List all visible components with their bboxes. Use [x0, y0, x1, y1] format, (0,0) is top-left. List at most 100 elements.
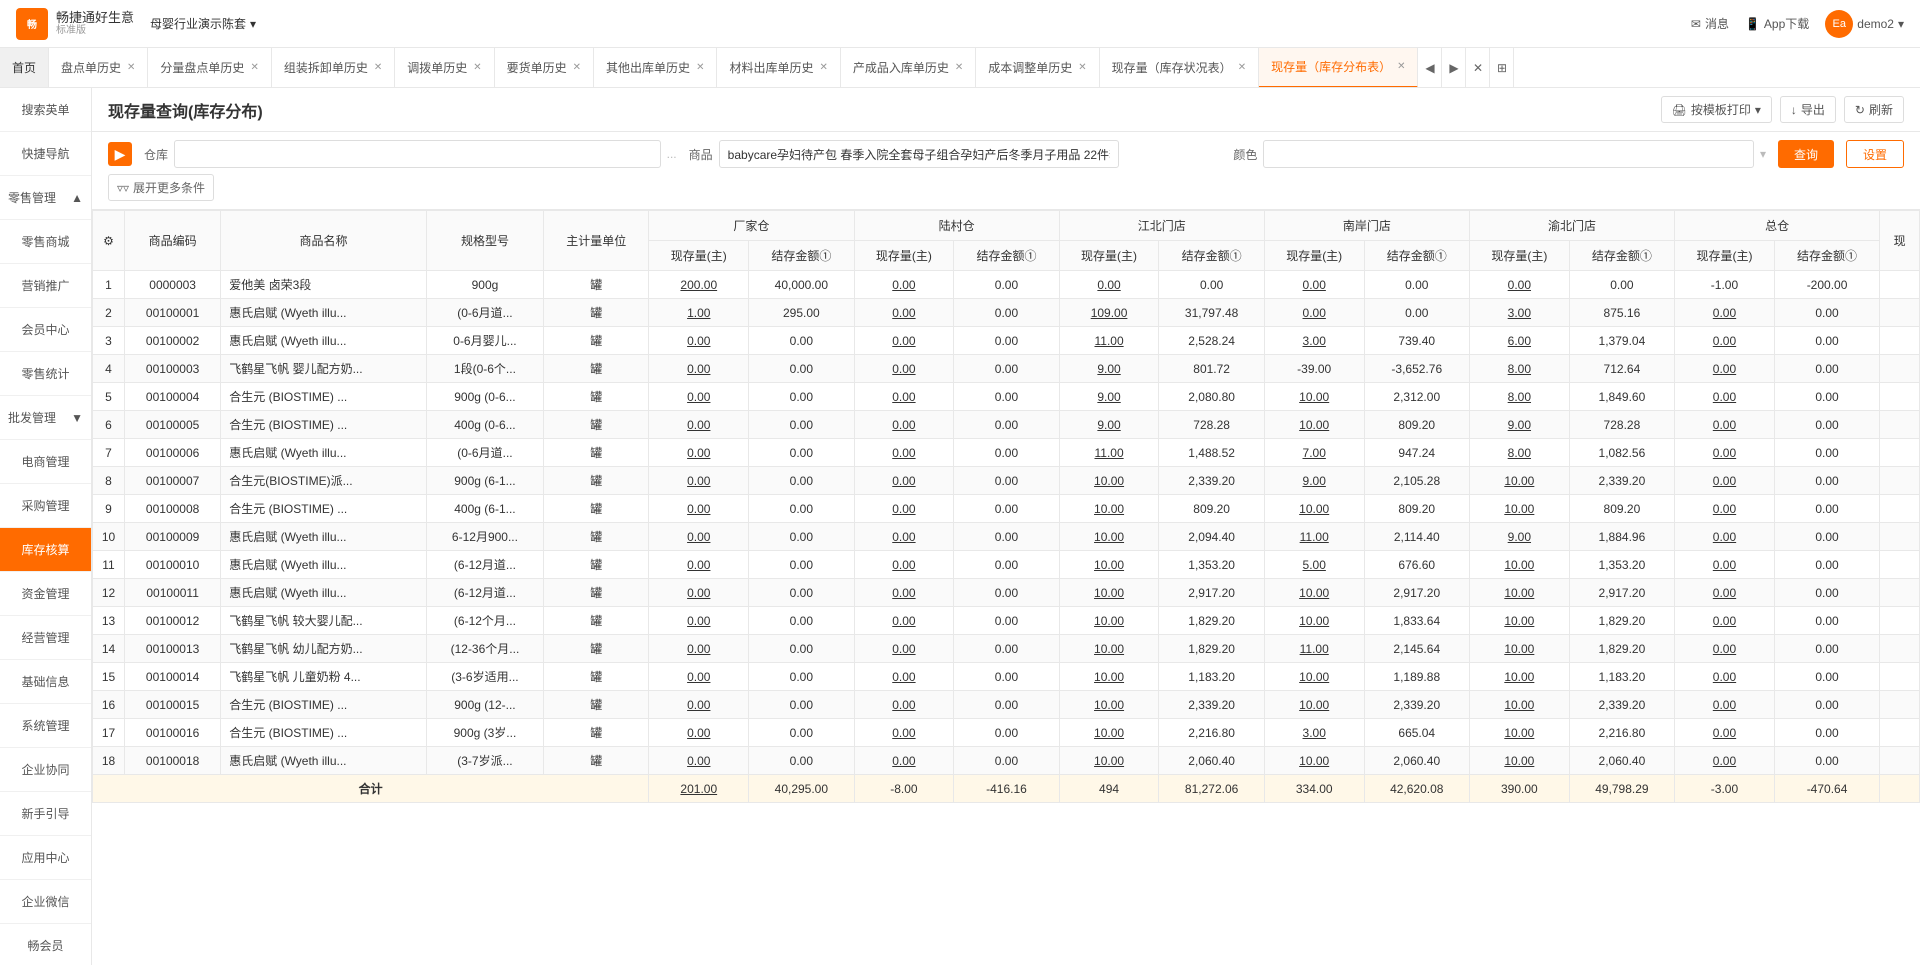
row-yubei-qty[interactable]: 10.00: [1469, 635, 1569, 663]
tab-transfer[interactable]: 调拨单历史 ✕: [395, 48, 494, 88]
row-yubei-qty[interactable]: 10.00: [1469, 747, 1569, 775]
sidebar-item-apps[interactable]: 应用中心: [0, 836, 91, 880]
row-total-qty[interactable]: -1.00: [1675, 271, 1775, 299]
tab-close[interactable]: ✕: [473, 62, 481, 73]
export-btn[interactable]: ↓ 导出: [1780, 96, 1836, 123]
row-jiangbei-qty[interactable]: 9.00: [1059, 411, 1159, 439]
row-total-qty[interactable]: 0.00: [1675, 439, 1775, 467]
sidebar-item-basics[interactable]: 基础信息: [0, 660, 91, 704]
refresh-btn[interactable]: ↻ 刷新: [1844, 96, 1904, 123]
row-factory-qty[interactable]: 1.00: [649, 299, 749, 327]
filter-toggle-btn[interactable]: ▶: [108, 142, 132, 166]
row-yubei-qty[interactable]: 8.00: [1469, 439, 1569, 467]
row-total-qty[interactable]: 0.00: [1675, 635, 1775, 663]
row-lucun-qty[interactable]: 0.00: [854, 327, 954, 355]
warehouse-input[interactable]: [174, 140, 661, 168]
setting-btn[interactable]: 设置: [1846, 140, 1904, 168]
row-jiangbei-qty[interactable]: 10.00: [1059, 467, 1159, 495]
row-nanan-qty[interactable]: 10.00: [1264, 691, 1364, 719]
row-jiangbei-qty[interactable]: 10.00: [1059, 719, 1159, 747]
tabs-next-btn[interactable]: ▶: [1442, 48, 1466, 88]
user-menu[interactable]: Ea demo2 ▾: [1825, 10, 1904, 38]
sidebar-item-quick-nav[interactable]: 快捷导航: [0, 132, 91, 176]
row-lucun-qty[interactable]: 0.00: [854, 607, 954, 635]
row-lucun-qty[interactable]: 0.00: [854, 663, 954, 691]
row-lucun-qty[interactable]: 0.00: [854, 635, 954, 663]
row-yubei-qty[interactable]: 10.00: [1469, 467, 1569, 495]
sidebar-item-retail-mgmt[interactable]: 零售管理▲: [0, 176, 91, 220]
row-jiangbei-qty[interactable]: 9.00: [1059, 383, 1159, 411]
row-factory-qty[interactable]: 0.00: [649, 355, 749, 383]
row-lucun-qty[interactable]: 0.00: [854, 719, 954, 747]
sidebar-item-marketing[interactable]: 营销推广: [0, 264, 91, 308]
sidebar-item-inventory[interactable]: 库存核算: [0, 528, 91, 572]
tab-close[interactable]: ✕: [819, 62, 827, 73]
row-yubei-qty[interactable]: 9.00: [1469, 523, 1569, 551]
sidebar-item-purchase[interactable]: 采购管理: [0, 484, 91, 528]
tabs-close-btn[interactable]: ✕: [1466, 48, 1490, 88]
row-jiangbei-qty[interactable]: 10.00: [1059, 579, 1159, 607]
row-jiangbei-qty[interactable]: 10.00: [1059, 747, 1159, 775]
row-total-qty[interactable]: 0.00: [1675, 747, 1775, 775]
row-total-qty[interactable]: 0.00: [1675, 495, 1775, 523]
row-jiangbei-qty[interactable]: 11.00: [1059, 439, 1159, 467]
color-input[interactable]: [1263, 140, 1754, 168]
row-factory-qty[interactable]: 0.00: [649, 579, 749, 607]
row-factory-qty[interactable]: 0.00: [649, 607, 749, 635]
app-download-btn[interactable]: 📱 App下载: [1745, 15, 1809, 32]
row-lucun-qty[interactable]: 0.00: [854, 523, 954, 551]
row-jiangbei-qty[interactable]: 10.00: [1059, 551, 1159, 579]
row-total-qty[interactable]: 0.00: [1675, 383, 1775, 411]
tab-close[interactable]: ✕: [1238, 62, 1246, 73]
row-lucun-qty[interactable]: 0.00: [854, 439, 954, 467]
row-yubei-qty[interactable]: 6.00: [1469, 327, 1569, 355]
row-factory-qty[interactable]: 0.00: [649, 523, 749, 551]
row-nanan-qty[interactable]: 0.00: [1264, 271, 1364, 299]
summary-factory-qty[interactable]: 201.00: [649, 775, 749, 803]
row-nanan-qty[interactable]: 9.00: [1264, 467, 1364, 495]
row-nanan-qty[interactable]: 3.00: [1264, 327, 1364, 355]
sidebar-item-finance[interactable]: 资金管理: [0, 572, 91, 616]
row-total-qty[interactable]: 0.00: [1675, 719, 1775, 747]
tab-inventory-check[interactable]: 盘点单历史 ✕: [49, 48, 148, 88]
row-nanan-qty[interactable]: 10.00: [1264, 663, 1364, 691]
row-lucun-qty[interactable]: 0.00: [854, 747, 954, 775]
row-factory-qty[interactable]: 0.00: [649, 327, 749, 355]
industry-selector[interactable]: 母婴行业演示陈套 ▾: [150, 15, 256, 32]
row-nanan-qty[interactable]: 10.00: [1264, 411, 1364, 439]
sidebar-item-retail-mall[interactable]: 零售商城: [0, 220, 91, 264]
product-input[interactable]: [719, 140, 1119, 168]
tab-close[interactable]: ✕: [696, 62, 704, 73]
row-lucun-qty[interactable]: 0.00: [854, 551, 954, 579]
tab-stock-distribution[interactable]: 现存量（库存分布表） ✕: [1259, 48, 1418, 88]
row-lucun-qty[interactable]: 0.00: [854, 691, 954, 719]
row-factory-qty[interactable]: 0.00: [649, 383, 749, 411]
row-jiangbei-qty[interactable]: 10.00: [1059, 607, 1159, 635]
tab-stock-status[interactable]: 现存量（库存状况表） ✕: [1100, 48, 1259, 88]
row-lucun-qty[interactable]: 0.00: [854, 411, 954, 439]
row-total-qty[interactable]: 0.00: [1675, 355, 1775, 383]
expand-more-btn[interactable]: ▿▿ 展开更多条件: [108, 174, 214, 201]
row-factory-qty[interactable]: 0.00: [649, 747, 749, 775]
row-jiangbei-qty[interactable]: 10.00: [1059, 495, 1159, 523]
row-jiangbei-qty[interactable]: 11.00: [1059, 327, 1159, 355]
tab-close[interactable]: ✕: [127, 62, 135, 73]
row-nanan-qty[interactable]: 0.00: [1264, 299, 1364, 327]
tab-close[interactable]: ✕: [374, 62, 382, 73]
row-total-qty[interactable]: 0.00: [1675, 327, 1775, 355]
row-lucun-qty[interactable]: 0.00: [854, 355, 954, 383]
row-total-qty[interactable]: 0.00: [1675, 299, 1775, 327]
tab-close[interactable]: ✕: [573, 62, 581, 73]
tab-close-active[interactable]: ✕: [1397, 61, 1405, 72]
row-total-qty[interactable]: 0.00: [1675, 607, 1775, 635]
tab-product-in[interactable]: 产成品入库单历史 ✕: [841, 48, 976, 88]
row-total-qty[interactable]: 0.00: [1675, 551, 1775, 579]
row-jiangbei-qty[interactable]: 10.00: [1059, 663, 1159, 691]
row-factory-qty[interactable]: 0.00: [649, 467, 749, 495]
row-factory-qty[interactable]: 0.00: [649, 495, 749, 523]
tab-close[interactable]: ✕: [1078, 62, 1086, 73]
sidebar-item-wholesale[interactable]: 批发管理▼: [0, 396, 91, 440]
row-factory-qty[interactable]: 0.00: [649, 691, 749, 719]
row-nanan-qty[interactable]: 10.00: [1264, 747, 1364, 775]
sidebar-item-wecom[interactable]: 企业微信: [0, 880, 91, 924]
